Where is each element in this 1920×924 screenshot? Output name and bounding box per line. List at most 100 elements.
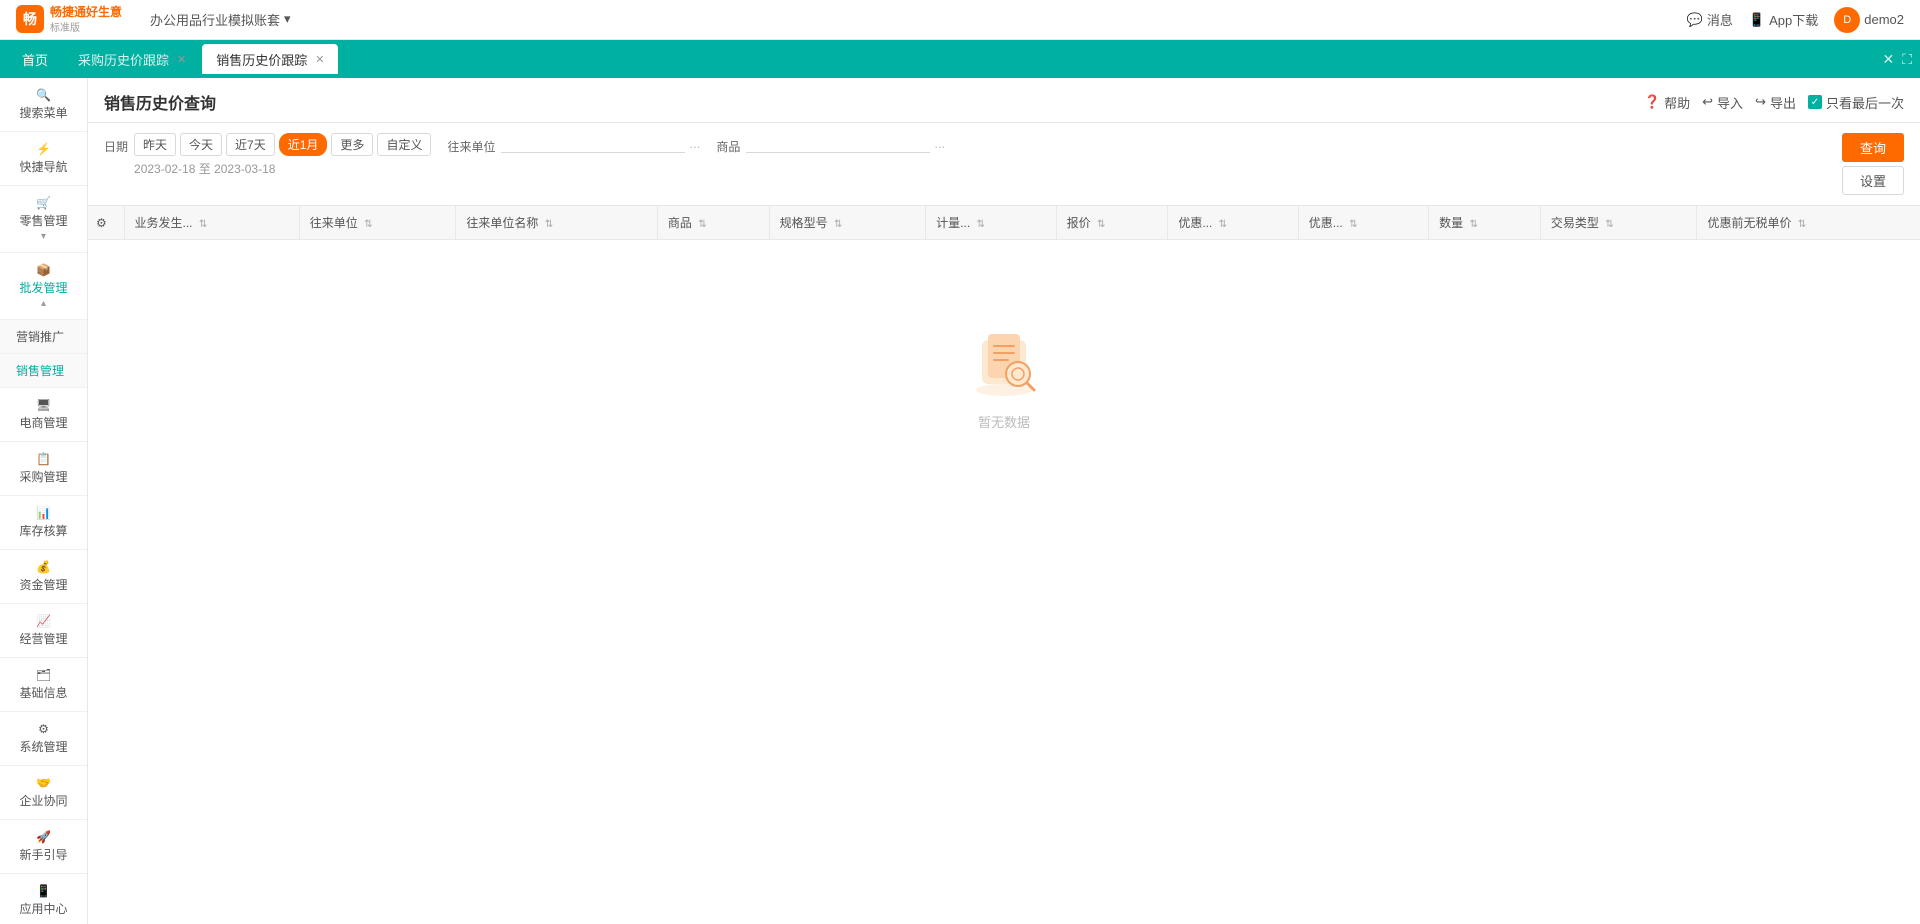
product-filter-label: 商品	[716, 133, 740, 161]
sort-icon-business-date: ⇅	[199, 219, 207, 230]
app-download-btn[interactable]: 📱 App下载	[1749, 10, 1818, 29]
sales-history-tab-label: 销售历史价跟踪	[216, 50, 307, 69]
date-btn-yesterday[interactable]: 昨天	[134, 133, 176, 156]
help-btn[interactable]: ❓ 帮助	[1644, 93, 1690, 112]
app-download-label: App下载	[1769, 10, 1818, 29]
sidebar-item-basic-info[interactable]: 🗂 基础信息	[0, 658, 87, 712]
th-spec[interactable]: 规格型号 ⇅	[769, 206, 926, 240]
th-unit[interactable]: 计量... ⇅	[926, 206, 1056, 240]
partner-select-icon[interactable]: ...	[689, 136, 700, 151]
th-product[interactable]: 商品 ⇅	[657, 206, 769, 240]
product-select-icon[interactable]: ...	[934, 136, 945, 151]
th-pretax-price-label: 优惠前无税单价	[1707, 216, 1791, 230]
logo-area: 畅 畅捷通好生意 标准版	[16, 5, 122, 34]
last-record-label: 只看最后一次	[1826, 93, 1904, 112]
last-record-checkbox[interactable]	[1808, 95, 1822, 109]
last-record-filter[interactable]: 只看最后一次	[1808, 93, 1904, 112]
tab-purchase-history[interactable]: 采购历史价跟踪 ✕	[64, 44, 200, 74]
sales-history-close-icon[interactable]: ✕	[315, 53, 324, 66]
sort-icon-product: ⇅	[698, 219, 706, 230]
sidebar-label-search-menu: 搜索菜单	[19, 104, 67, 121]
date-btn-7days[interactable]: 近7天	[226, 133, 275, 156]
empty-text: 暂无数据	[978, 412, 1030, 431]
sidebar-item-operations[interactable]: 📈 经营管理	[0, 604, 87, 658]
content-area: 销售历史价查询 ❓ 帮助 ↩ 导入 ↪ 导出	[88, 78, 1920, 924]
th-quantity[interactable]: 数量 ⇅	[1429, 206, 1541, 240]
sidebar-label-quick-nav: 快捷导航	[19, 158, 67, 175]
date-btn-1month[interactable]: 近1月	[279, 133, 328, 156]
purchase-icon: 📋	[36, 452, 51, 466]
tab-sales-history[interactable]: 销售历史价跟踪 ✕	[202, 44, 338, 74]
sort-icon-unit: ⇅	[977, 219, 985, 230]
avatar: D	[1834, 7, 1860, 33]
th-pretax-price[interactable]: 优惠前无税单价 ⇅	[1697, 206, 1920, 240]
th-partner-id[interactable]: 往来单位 ⇅	[299, 206, 456, 240]
sidebar-item-finance[interactable]: 💰 资金管理	[0, 550, 87, 604]
product-input[interactable]	[746, 133, 930, 153]
th-settings[interactable]: ⚙	[88, 206, 124, 240]
column-settings-icon[interactable]: ⚙	[96, 216, 107, 230]
th-partner-id-label: 往来单位	[310, 216, 358, 230]
th-business-date[interactable]: 业务发生... ⇅	[124, 206, 299, 240]
sidebar-item-sales-mgmt[interactable]: 销售管理	[0, 354, 87, 388]
sidebar-item-wholesale-mgmt[interactable]: 📦 批发管理 ▴	[0, 253, 87, 320]
logo-text: 畅捷通好生意	[50, 5, 122, 19]
operations-icon: 📈	[36, 614, 51, 628]
sidebar-item-inventory[interactable]: 📊 库存核算	[0, 496, 87, 550]
date-range-display: 2023-02-18 至 2023-03-18	[134, 160, 431, 177]
export-label: 导出	[1770, 93, 1796, 112]
app-center-icon: 📱	[36, 884, 51, 898]
partner-filter-group: 往来单位 ...	[447, 133, 700, 161]
th-trade-type[interactable]: 交易类型 ⇅	[1540, 206, 1697, 240]
sidebar-item-quick-nav[interactable]: ⚡ 快捷导航	[0, 132, 87, 186]
sidebar-item-app-center[interactable]: 📱 应用中心	[0, 874, 87, 924]
sidebar-item-search-menu[interactable]: 🔍 搜索菜单	[0, 78, 87, 132]
partner-input[interactable]	[501, 133, 685, 153]
system-icon: ⚙	[38, 722, 49, 736]
collab-icon: 🤝	[36, 776, 51, 790]
date-btn-more[interactable]: 更多	[331, 133, 373, 156]
tab-bar: 首页 采购历史价跟踪 ✕ 销售历史价跟踪 ✕ ✕ ⛶	[0, 40, 1920, 78]
table-header-row: ⚙ 业务发生... ⇅ 往来单位 ⇅ 往来单位名称	[88, 206, 1920, 240]
date-filter-label: 日期	[104, 133, 128, 161]
purchase-history-close-icon[interactable]: ✕	[177, 53, 186, 66]
sidebar-item-ecommerce[interactable]: 🖥 电商管理	[0, 388, 87, 442]
date-btn-custom[interactable]: 自定义	[377, 133, 431, 156]
close-window-icon[interactable]: ✕	[1882, 51, 1894, 68]
sidebar: 🔍 搜索菜单 ⚡ 快捷导航 🛒 零售管理 ▾ 📦 批发管理 ▴ 营销推广 销售管…	[0, 78, 88, 924]
sidebar-label-new-guide: 新手引导	[19, 846, 67, 863]
sidebar-item-enterprise-collab[interactable]: 🤝 企业协同	[0, 766, 87, 820]
sidebar-item-new-guide[interactable]: 🚀 新手引导	[0, 820, 87, 874]
wholesale-icon: 📦	[36, 263, 51, 277]
sidebar-item-sales-promo[interactable]: 营销推广	[0, 320, 87, 354]
date-btn-today[interactable]: 今天	[180, 133, 222, 156]
sidebar-item-purchase-mgmt[interactable]: 📋 采购管理	[0, 442, 87, 496]
product-filter-group: 商品 ...	[716, 133, 945, 161]
message-btn[interactable]: 💬 消息	[1687, 10, 1733, 29]
empty-state: 暂无数据	[88, 240, 1920, 511]
sidebar-item-retail-mgmt[interactable]: 🛒 零售管理 ▾	[0, 186, 87, 253]
th-discount1[interactable]: 优惠... ⇅	[1168, 206, 1298, 240]
user-avatar-btn[interactable]: D demo2	[1834, 7, 1904, 33]
top-bar: 畅 畅捷通好生意 标准版 办公用品行业模拟账套 ▾ 💬 消息 📱 App下载 D…	[0, 0, 1920, 40]
finance-icon: 💰	[36, 560, 51, 574]
export-btn[interactable]: ↪ 导出	[1755, 93, 1796, 112]
maximize-window-icon[interactable]: ⛶	[1902, 51, 1912, 68]
import-btn[interactable]: ↩ 导入	[1702, 93, 1743, 112]
th-business-date-label: 业务发生...	[135, 216, 193, 230]
sidebar-item-system-mgmt[interactable]: ⚙ 系统管理	[0, 712, 87, 766]
wholesale-chevron-icon: ▴	[41, 298, 46, 309]
data-table: ⚙ 业务发生... ⇅ 往来单位 ⇅ 往来单位名称	[88, 206, 1920, 240]
th-partner-name[interactable]: 往来单位名称 ⇅	[456, 206, 657, 240]
partner-input-wrap: ...	[501, 133, 700, 153]
app-selector[interactable]: 办公用品行业模拟账套 ▾	[150, 10, 291, 29]
tab-home[interactable]: 首页	[8, 44, 62, 74]
th-discount2[interactable]: 优惠... ⇅	[1298, 206, 1428, 240]
query-button[interactable]: 查询	[1842, 133, 1904, 162]
help-icon: ❓	[1644, 94, 1660, 110]
filter-bar: 日期 昨天 今天 近7天 近1月 更多 自定义 2023-02-18 至 202…	[88, 123, 1920, 206]
th-price[interactable]: 报价 ⇅	[1056, 206, 1168, 240]
top-bar-left: 畅 畅捷通好生意 标准版 办公用品行业模拟账套 ▾	[16, 5, 291, 34]
settings-button[interactable]: 设置	[1842, 166, 1904, 195]
sort-icon-pretax-price: ⇅	[1798, 219, 1806, 230]
